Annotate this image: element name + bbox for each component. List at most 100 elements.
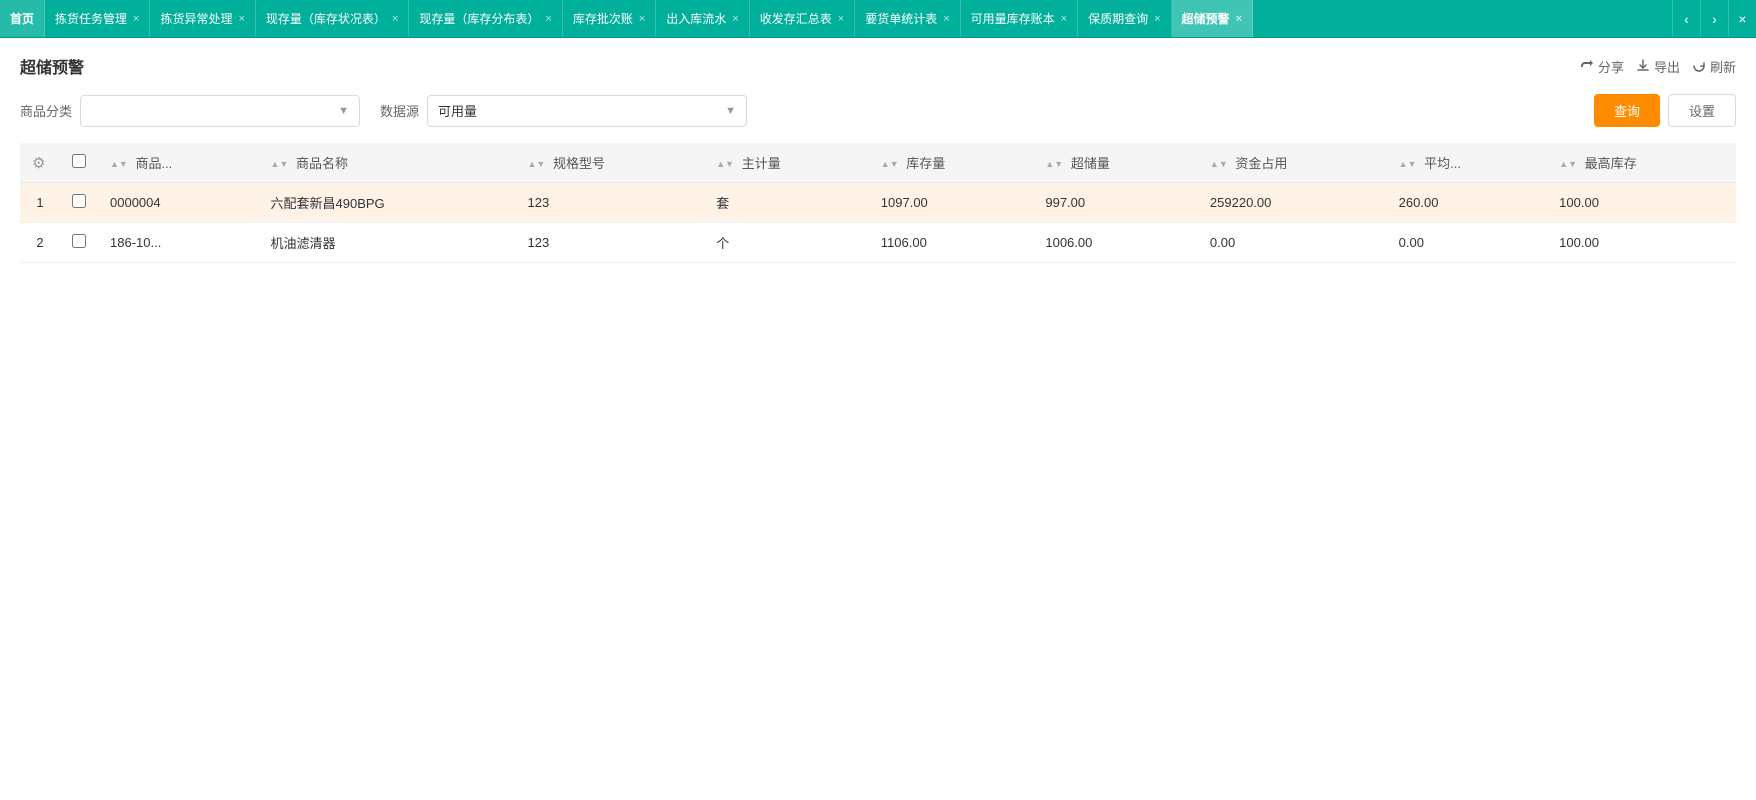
row-max: 100.00 <box>1547 223 1736 263</box>
nav-close-btn[interactable]: × <box>1728 0 1756 38</box>
sort-icon-max[interactable]: ▲▼ <box>1559 160 1577 169</box>
table-row: 1 0000004 六配套新昌490BPG 123 套 1097.00 997.… <box>20 183 1736 223</box>
datasource-label: 数据源 <box>380 101 419 120</box>
category-label: 商品分类 <box>20 101 72 120</box>
table-header-unit: ▲▼ 主计量 <box>704 143 869 183</box>
category-select[interactable]: ▼ <box>80 95 360 127</box>
row-unit: 个 <box>704 223 869 263</box>
close-tab-overstock[interactable]: × <box>1236 13 1242 25</box>
close-tab-avail-account[interactable]: × <box>1061 13 1067 25</box>
row-capital: 0.00 <box>1198 223 1387 263</box>
sort-icon-overstock[interactable]: ▲▼ <box>1045 160 1063 169</box>
sort-icon-avg[interactable]: ▲▼ <box>1399 160 1417 169</box>
row-capital: 259220.00 <box>1198 183 1387 223</box>
table-header-gear: ⚙ <box>20 143 60 183</box>
header-actions: 分享 导出 刷新 <box>1580 57 1736 76</box>
nav-next-btn[interactable]: › <box>1700 0 1728 38</box>
refresh-icon <box>1692 59 1706 73</box>
row-stock: 1106.00 <box>869 223 1034 263</box>
nav-tab-collect[interactable]: 收发存汇总表 × <box>750 0 855 37</box>
top-nav: 首页 拣货任务管理 × 拣货异常处理 × 现存量（库存状况表） × 现存量（库存… <box>0 0 1756 38</box>
sort-icon-capital[interactable]: ▲▼ <box>1210 160 1228 169</box>
export-action[interactable]: 导出 <box>1636 57 1680 76</box>
row-checkbox-cell <box>60 183 98 223</box>
page-title: 超储预警 <box>20 54 84 78</box>
row-spec: 123 <box>516 223 705 263</box>
nav-tab-batch[interactable]: 库存批次账 × <box>563 0 656 37</box>
nav-prev-btn[interactable]: ‹ <box>1672 0 1700 38</box>
row-index: 2 <box>20 223 60 263</box>
table-header-row: ⚙ ▲▼ 商品... ▲▼ 商品名称 ▲▼ 规格型号 ▲▼ <box>20 143 1736 183</box>
row-overstock: 1006.00 <box>1033 223 1198 263</box>
row-name: 机油滤清器 <box>259 223 516 263</box>
row-unit: 套 <box>704 183 869 223</box>
close-tab-stock-dist[interactable]: × <box>545 13 551 25</box>
close-tab-inout[interactable]: × <box>732 13 738 25</box>
row-checkbox[interactable] <box>72 194 86 208</box>
sort-icon-spec[interactable]: ▲▼ <box>528 160 546 169</box>
row-stock: 1097.00 <box>869 183 1034 223</box>
nav-tab-task[interactable]: 拣货任务管理 × <box>45 0 150 37</box>
row-code: 0000004 <box>98 183 259 223</box>
row-avg: 260.00 <box>1387 183 1548 223</box>
nav-tab-home[interactable]: 首页 <box>0 0 45 37</box>
category-filter: 商品分类 ▼ <box>20 95 360 127</box>
settings-button[interactable]: 设置 <box>1668 94 1736 127</box>
table-header-avg: ▲▼ 平均... <box>1387 143 1548 183</box>
table-body: 1 0000004 六配套新昌490BPG 123 套 1097.00 997.… <box>20 183 1736 263</box>
category-chevron-icon: ▼ <box>338 105 349 117</box>
table-header-stock: ▲▼ 库存量 <box>869 143 1034 183</box>
row-checkbox[interactable] <box>72 234 86 248</box>
table-header-code: ▲▼ 商品... <box>98 143 259 183</box>
close-tab-batch[interactable]: × <box>639 13 645 25</box>
sort-icon-name[interactable]: ▲▼ <box>271 160 289 169</box>
share-icon <box>1580 59 1594 73</box>
table-header-name: ▲▼ 商品名称 <box>259 143 516 183</box>
nav-tab-inout[interactable]: 出入库流水 × <box>656 0 749 37</box>
filter-actions: 查询 设置 <box>1594 94 1736 127</box>
row-max: 100.00 <box>1547 183 1736 223</box>
close-tab-expiry[interactable]: × <box>1154 13 1160 25</box>
sort-icon-stock[interactable]: ▲▼ <box>881 160 899 169</box>
datasource-filter: 数据源 可用量 ▼ <box>380 95 747 127</box>
close-tab-stock-status[interactable]: × <box>392 13 398 25</box>
row-checkbox-cell <box>60 223 98 263</box>
table-header-checkbox <box>60 143 98 183</box>
nav-tab-stock-dist[interactable]: 现存量（库存分布表） × <box>409 0 562 37</box>
datasource-select[interactable]: 可用量 ▼ <box>427 95 747 127</box>
gear-icon[interactable]: ⚙ <box>32 155 45 172</box>
nav-tab-abnormal[interactable]: 拣货异常处理 × <box>150 0 255 37</box>
table-header-max: ▲▼ 最高库存 <box>1547 143 1736 183</box>
nav-tab-avail-account[interactable]: 可用量库存账本 × <box>961 0 1078 37</box>
refresh-action[interactable]: 刷新 <box>1692 57 1736 76</box>
row-avg: 0.00 <box>1387 223 1548 263</box>
nav-tab-expiry[interactable]: 保质期查询 × <box>1078 0 1171 37</box>
table-header-spec: ▲▼ 规格型号 <box>516 143 705 183</box>
nav-tab-overstock[interactable]: 超储预警 × <box>1172 0 1253 37</box>
sort-icon-code[interactable]: ▲▼ <box>110 160 128 169</box>
row-spec: 123 <box>516 183 705 223</box>
table-header-capital: ▲▼ 资金占用 <box>1198 143 1387 183</box>
row-overstock: 997.00 <box>1033 183 1198 223</box>
page-header: 超储预警 分享 导出 刷新 <box>20 54 1736 78</box>
select-all-checkbox[interactable] <box>72 154 86 168</box>
data-table: ⚙ ▲▼ 商品... ▲▼ 商品名称 ▲▼ 规格型号 ▲▼ <box>20 143 1736 263</box>
sort-icon-unit[interactable]: ▲▼ <box>716 160 734 169</box>
export-icon <box>1636 59 1650 73</box>
close-tab-abnormal[interactable]: × <box>238 13 244 25</box>
nav-tab-order-stat[interactable]: 要货单统计表 × <box>855 0 960 37</box>
filter-bar: 商品分类 ▼ 数据源 可用量 ▼ 查询 设置 <box>20 94 1736 127</box>
datasource-value: 可用量 <box>438 101 477 120</box>
table-header-overstock: ▲▼ 超储量 <box>1033 143 1198 183</box>
close-tab-collect[interactable]: × <box>838 13 844 25</box>
nav-tab-stock-status[interactable]: 现存量（库存状况表） × <box>256 0 409 37</box>
row-code: 186-10... <box>98 223 259 263</box>
share-action[interactable]: 分享 <box>1580 57 1624 76</box>
nav-arrows: ‹ › × <box>1672 0 1756 38</box>
query-button[interactable]: 查询 <box>1594 94 1660 127</box>
row-name: 六配套新昌490BPG <box>259 183 516 223</box>
row-index: 1 <box>20 183 60 223</box>
close-tab-task[interactable]: × <box>133 13 139 25</box>
close-tab-order-stat[interactable]: × <box>943 13 949 25</box>
datasource-chevron-icon: ▼ <box>725 105 736 117</box>
